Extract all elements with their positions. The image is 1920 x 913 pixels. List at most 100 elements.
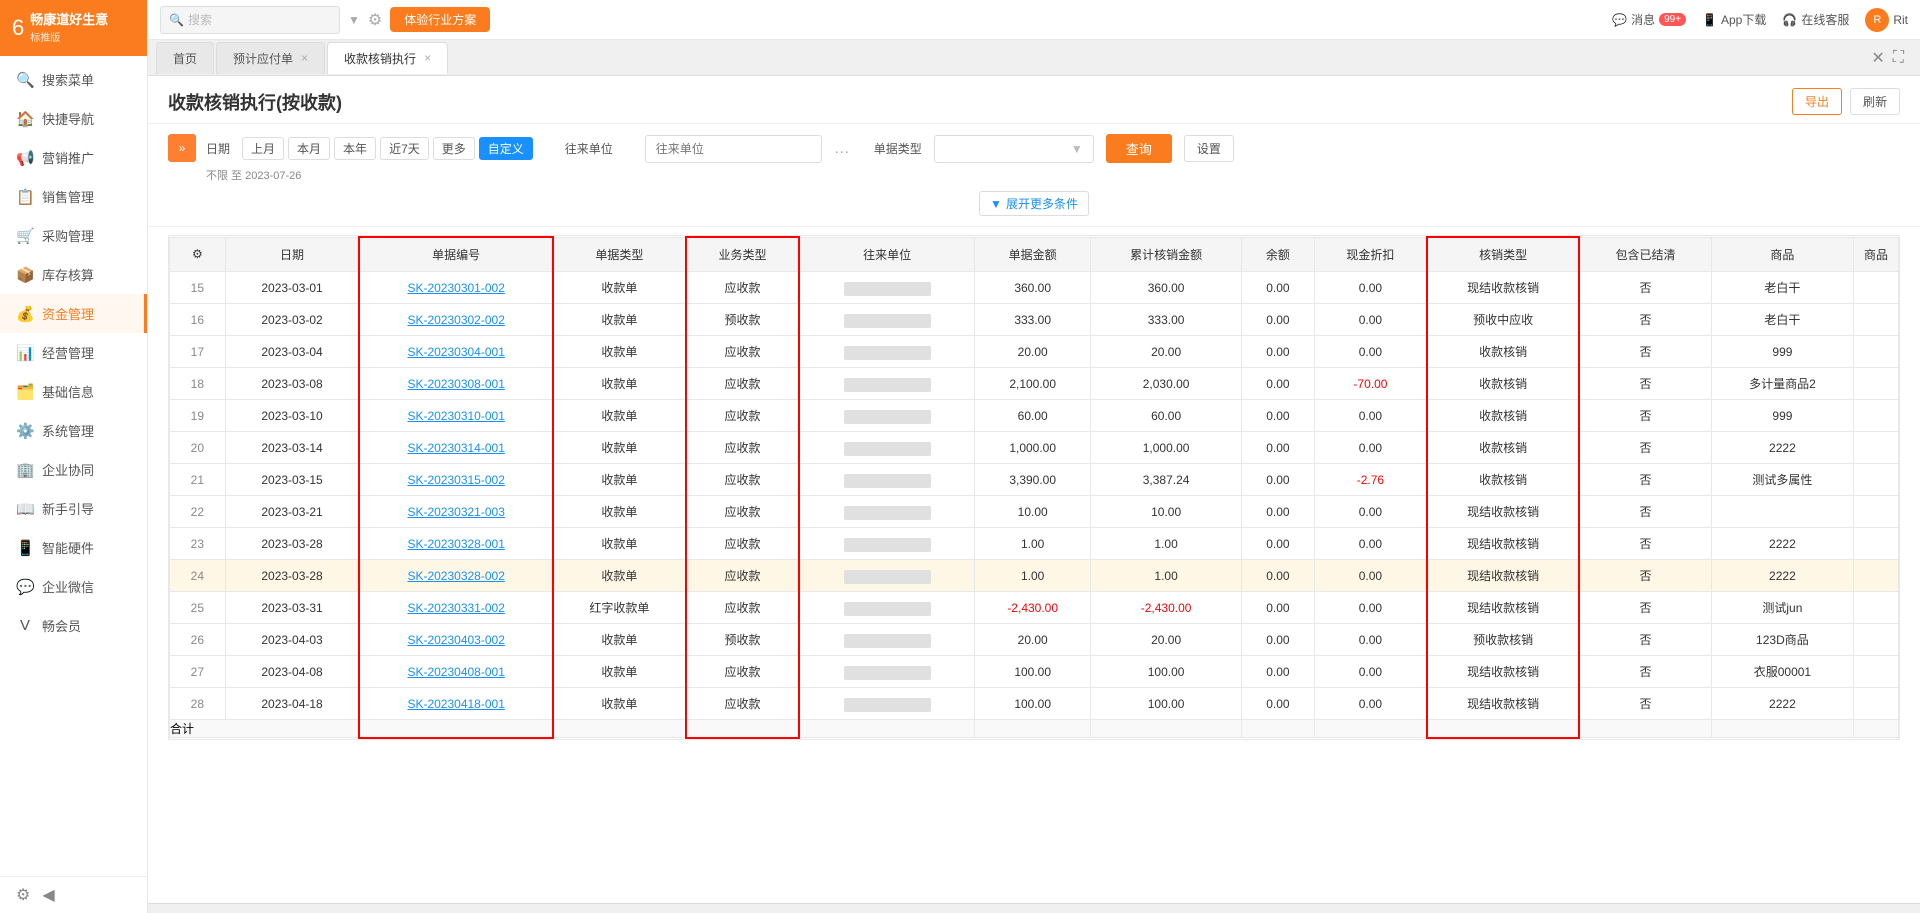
sidebar-label-finance: 资金管理 (42, 304, 94, 323)
bill-no-link[interactable]: SK-20230403-002 (407, 633, 504, 647)
cell-date: 2023-03-28 (225, 560, 359, 592)
expand-btn[interactable]: ▼ 展开更多条件 (979, 191, 1089, 216)
bill-no-link[interactable]: SK-20230408-001 (407, 665, 504, 679)
sidebar-icon-marketing: 📢 (16, 149, 34, 167)
tab-close-all-icon[interactable]: ✕ (1871, 48, 1884, 68)
bill-no-link[interactable]: SK-20230301-002 (407, 281, 504, 295)
user-item[interactable]: R Rit (1865, 8, 1908, 32)
cell-bill-no: SK-20230301-002 (359, 272, 552, 304)
bill-no-link[interactable]: SK-20230310-001 (407, 409, 504, 423)
sidebar-item-inventory[interactable]: 📦库存核算 (0, 255, 147, 294)
cell-goods: 老白干 (1711, 304, 1853, 336)
cell-balance: 0.00 (1241, 464, 1314, 496)
cell-biz-type: 应收款 (686, 496, 799, 528)
tab-receipt-cancel[interactable]: 收款核销执行 × (327, 42, 448, 74)
col-gear[interactable]: ⚙ (170, 237, 226, 272)
cell-include-settled: 否 (1579, 688, 1711, 720)
cell-include-settled: 否 (1579, 464, 1711, 496)
col-date: 日期 (225, 237, 359, 272)
sidebar-item-enterprise[interactable]: 🏢企业协同 (0, 450, 147, 489)
tab-receipt-cancel-close[interactable]: × (424, 51, 431, 65)
cell-cancel-amount: 2,030.00 (1091, 368, 1242, 400)
tab-pre-pay[interactable]: 预计应付单 × (216, 42, 325, 74)
query-btn[interactable]: 查询 (1106, 134, 1172, 163)
bill-no-link[interactable]: SK-20230418-001 (407, 697, 504, 711)
dots-icon[interactable]: … (834, 140, 850, 158)
bill-no-link[interactable]: SK-20230314-001 (407, 441, 504, 455)
bill-no-link[interactable]: SK-20230328-001 (407, 537, 504, 551)
bill-no-link[interactable]: SK-20230315-002 (407, 473, 504, 487)
bill-no-link[interactable]: SK-20230308-001 (407, 377, 504, 391)
cell-include-settled: 否 (1579, 592, 1711, 624)
sidebar-item-sales[interactable]: 📋销售管理 (0, 177, 147, 216)
cell-cancel-type: 现结收款核销 (1427, 688, 1579, 720)
sidebar-label-quick-nav: 快捷导航 (42, 109, 94, 128)
search-icon: 🔍 (169, 13, 184, 27)
sidebar-menu: 🔍搜索菜单🏠快捷导航📢营销推广📋销售管理🛒采购管理📦库存核算💰资金管理📊经营管理… (0, 56, 147, 876)
gear-icon[interactable]: ⚙ (368, 10, 382, 30)
cell-goods2 (1853, 368, 1898, 400)
message-item[interactable]: 💬 消息 99+ (1612, 11, 1686, 28)
cell-amount: 20.00 (975, 624, 1091, 656)
sidebar-item-purchase[interactable]: 🛒采购管理 (0, 216, 147, 255)
sidebar-label-purchase: 采购管理 (42, 226, 94, 245)
date-7days-btn[interactable]: 近7天 (380, 137, 429, 160)
receipt-type-select[interactable]: ▼ (934, 135, 1094, 163)
setting-btn[interactable]: 设置 (1184, 135, 1234, 162)
online-service-item[interactable]: 🎧 在线客服 (1782, 11, 1849, 28)
date-more-btn[interactable]: 更多 (433, 137, 475, 160)
sidebar-item-guide[interactable]: 📖新手引导 (0, 489, 147, 528)
sidebar-icon-system: ⚙️ (16, 422, 34, 440)
sidebar-item-quick-nav[interactable]: 🏠快捷导航 (0, 99, 147, 138)
sidebar-item-search-menu[interactable]: 🔍搜索菜单 (0, 60, 147, 99)
sidebar-item-wechat[interactable]: 💬企业微信 (0, 567, 147, 606)
bill-no-link[interactable]: SK-20230304-001 (407, 345, 504, 359)
topbar-search[interactable]: 🔍 搜索 (160, 6, 340, 34)
date-this-month-btn[interactable]: 本月 (288, 137, 330, 160)
tab-fullscreen-icon[interactable]: ⛶ (1893, 49, 1904, 67)
scrollbar-area[interactable] (148, 903, 1920, 913)
table-row: 17 2023-03-04 SK-20230304-001 收款单 应收款 ██… (170, 336, 1899, 368)
bill-no-link[interactable]: SK-20230331-002 (407, 601, 504, 615)
refresh-btn[interactable]: 刷新 (1850, 88, 1900, 115)
sidebar-label-system: 系统管理 (42, 421, 94, 440)
col-bill-no: 单据编号 (359, 237, 552, 272)
tab-home[interactable]: 首页 (156, 42, 214, 74)
date-this-year-btn[interactable]: 本年 (334, 137, 376, 160)
collapse-icon[interactable]: ◀ (42, 885, 54, 905)
sidebar-item-basic-info[interactable]: 🗂️基础信息 (0, 372, 147, 411)
cell-goods2 (1853, 688, 1898, 720)
bill-no-link[interactable]: SK-20230328-002 (407, 569, 504, 583)
bill-no-link[interactable]: SK-20230302-002 (407, 313, 504, 327)
cell-balance: 0.00 (1241, 624, 1314, 656)
service-label: 在线客服 (1801, 11, 1849, 28)
cell-bill-no: SK-20230418-001 (359, 688, 552, 720)
sidebar-item-hardware[interactable]: 📱智能硬件 (0, 528, 147, 567)
partner-input[interactable] (645, 135, 822, 163)
bill-no-link[interactable]: SK-20230321-003 (407, 505, 504, 519)
cell-bill-no: SK-20230328-001 (359, 528, 552, 560)
cell-bill-type: 收款单 (553, 336, 686, 368)
solution-btn[interactable]: 体验行业方案 (390, 7, 490, 32)
cell-goods: 测试多属性 (1711, 464, 1853, 496)
cell-bill-type: 收款单 (553, 528, 686, 560)
app-download-item[interactable]: 📱 App下载 (1702, 11, 1766, 28)
sidebar-item-operation[interactable]: 📊经营管理 (0, 333, 147, 372)
date-custom-btn[interactable]: 自定义 (479, 137, 533, 160)
sidebar-item-marketing[interactable]: 📢营销推广 (0, 138, 147, 177)
date-last-month-btn[interactable]: 上月 (242, 137, 284, 160)
cell-biz-type: 应收款 (686, 560, 799, 592)
cell-goods (1711, 496, 1853, 528)
export-btn[interactable]: 导出 (1792, 88, 1842, 115)
cell-bill-type: 收款单 (553, 560, 686, 592)
cell-date: 2023-03-01 (225, 272, 359, 304)
settings-icon[interactable]: ⚙ (16, 885, 30, 905)
sidebar-item-system[interactable]: ⚙️ 系统管理 (0, 411, 147, 450)
tab-pre-pay-close[interactable]: × (301, 51, 308, 65)
sidebar-item-member[interactable]: V畅会员 (0, 606, 147, 645)
filter-toggle-btn[interactable]: » (168, 134, 196, 162)
sidebar-item-finance[interactable]: 💰资金管理 (0, 294, 147, 333)
dropdown-arrow[interactable]: ▼ (348, 13, 360, 27)
cell-date: 2023-03-04 (225, 336, 359, 368)
cell-goods: 多计量商品2 (1711, 368, 1853, 400)
